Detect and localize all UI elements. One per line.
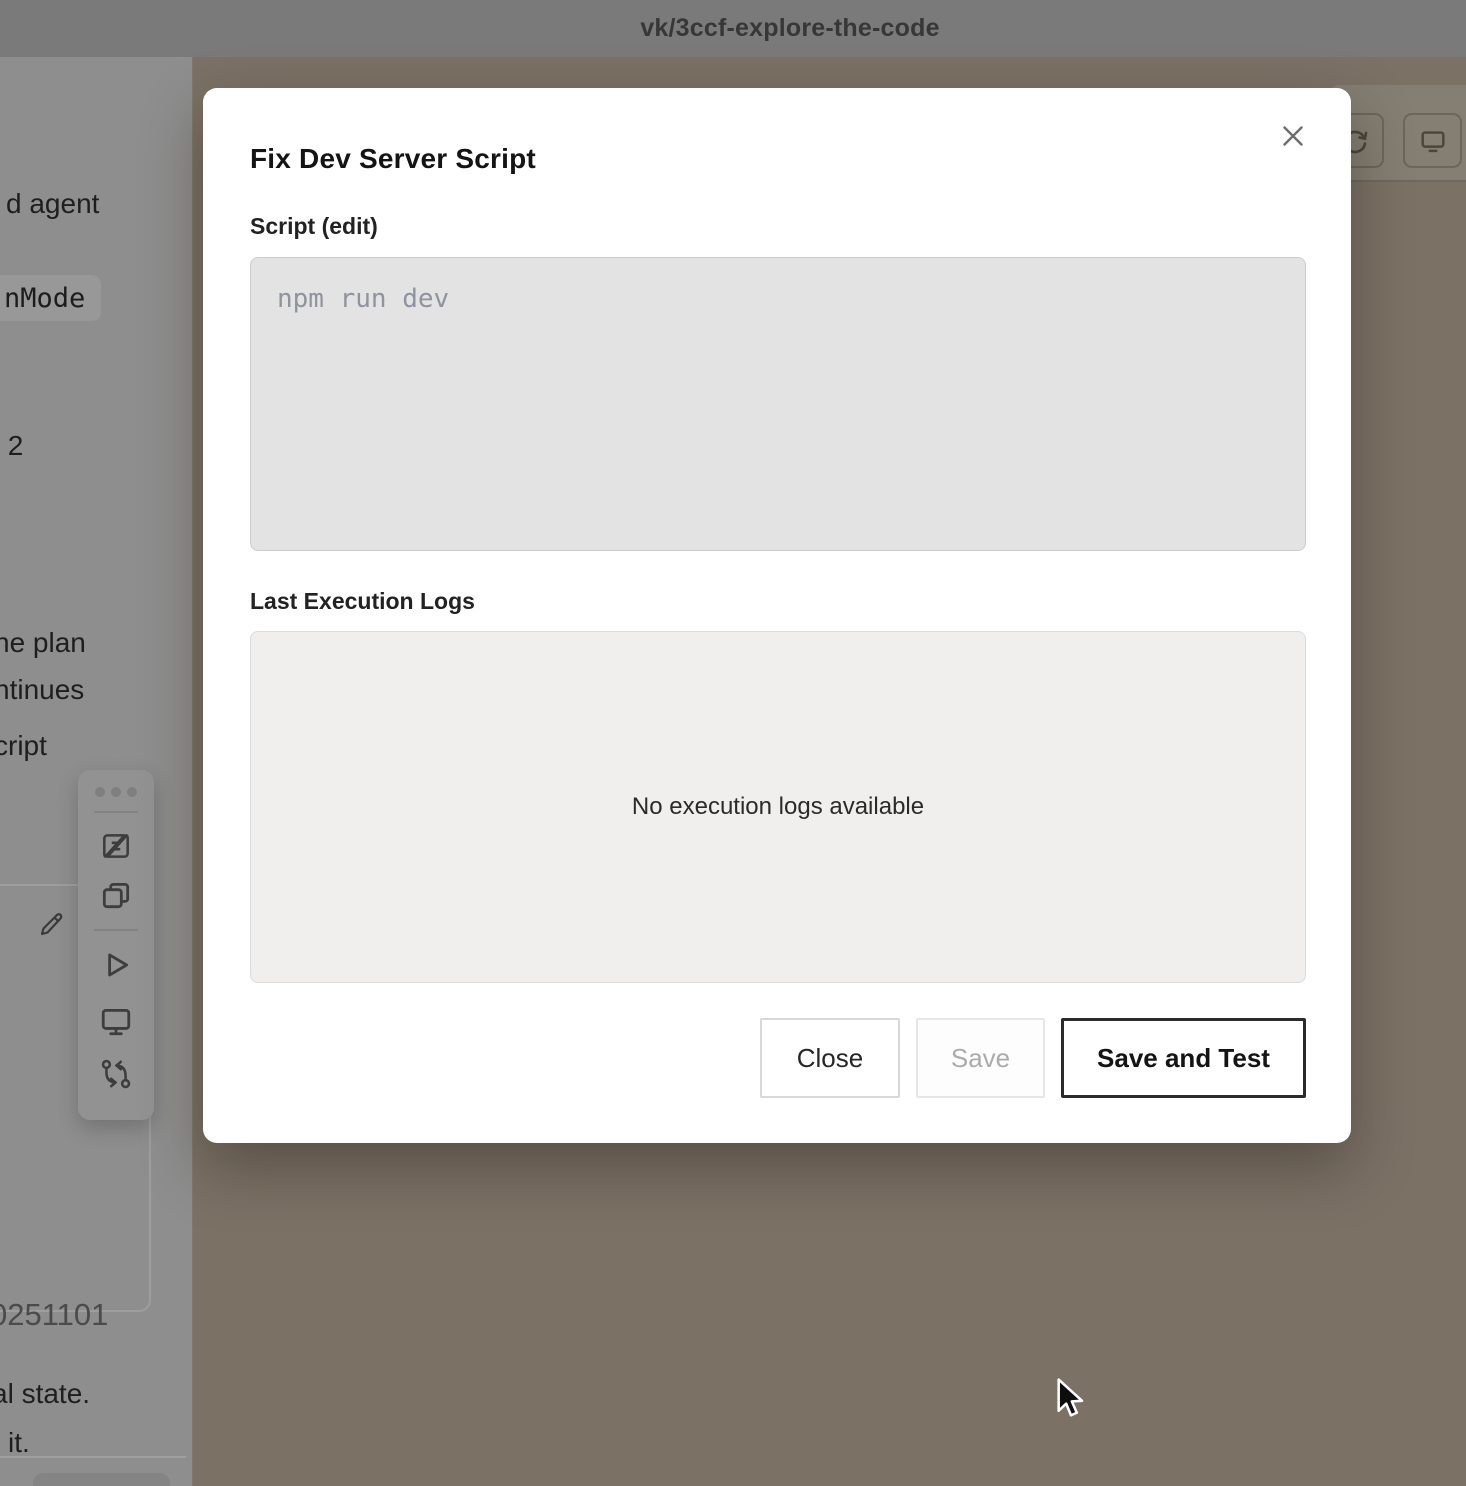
script-label: Script (edit)	[250, 213, 378, 239]
fix-dev-server-script-dialog: Fix Dev Server Script Script (edit) Last…	[203, 88, 1351, 1143]
zed-logo-icon[interactable]	[99, 829, 133, 863]
chat-text-fragment: he plan	[0, 627, 86, 658]
preview-monitor-button[interactable]	[1403, 113, 1462, 168]
toolbar-divider	[94, 929, 138, 931]
chat-text-fragment: ntinues	[0, 674, 85, 705]
chat-text-fragment: it.	[8, 1427, 30, 1458]
execution-logs-panel: No execution logs available	[250, 631, 1306, 983]
window-titlebar: vk/3ccf-explore-the-code	[0, 0, 1466, 57]
close-icon[interactable]	[1271, 114, 1315, 158]
close-button[interactable]: Close	[760, 1018, 900, 1098]
monitor-icon[interactable]	[99, 1004, 133, 1038]
window-title: vk/3ccf-explore-the-code	[640, 14, 940, 42]
copy-icon[interactable]	[99, 878, 133, 912]
dialog-title: Fix Dev Server Script	[250, 143, 536, 174]
save-and-test-button[interactable]: Save and Test	[1061, 1018, 1306, 1098]
save-button[interactable]: Save	[916, 1018, 1045, 1098]
dialog-actions: Close Save Save and Test	[250, 1018, 1306, 1098]
chat-text-fragment: d agent	[6, 188, 100, 219]
chat-text-fragment: 0251101	[0, 1297, 109, 1332]
mouse-cursor	[1053, 1376, 1087, 1420]
toolbar-divider	[94, 811, 138, 813]
chat-text-fragment: y 2	[0, 430, 24, 461]
script-input[interactable]	[250, 257, 1306, 551]
chat-text-fragment: al state.	[0, 1378, 91, 1409]
logs-label: Last Execution Logs	[250, 588, 475, 614]
monitor-icon	[1418, 126, 1448, 156]
floating-action-toolbar	[78, 770, 154, 1120]
play-icon[interactable]	[99, 948, 133, 982]
mode-badge: nMode	[0, 275, 102, 321]
pencil-icon	[38, 910, 66, 938]
sidebar-bottom-button[interactable]	[33, 1473, 170, 1486]
chat-sidebar: d agent nMode y 2 he plan ntinues cript	[0, 57, 193, 1486]
logs-empty-message: No execution logs available	[631, 793, 925, 820]
chat-text-fragment: cript	[0, 730, 47, 761]
git-branch-icon[interactable]	[99, 1057, 133, 1091]
sidebar-divider	[0, 1456, 186, 1458]
drag-handle-icon[interactable]	[95, 787, 137, 797]
